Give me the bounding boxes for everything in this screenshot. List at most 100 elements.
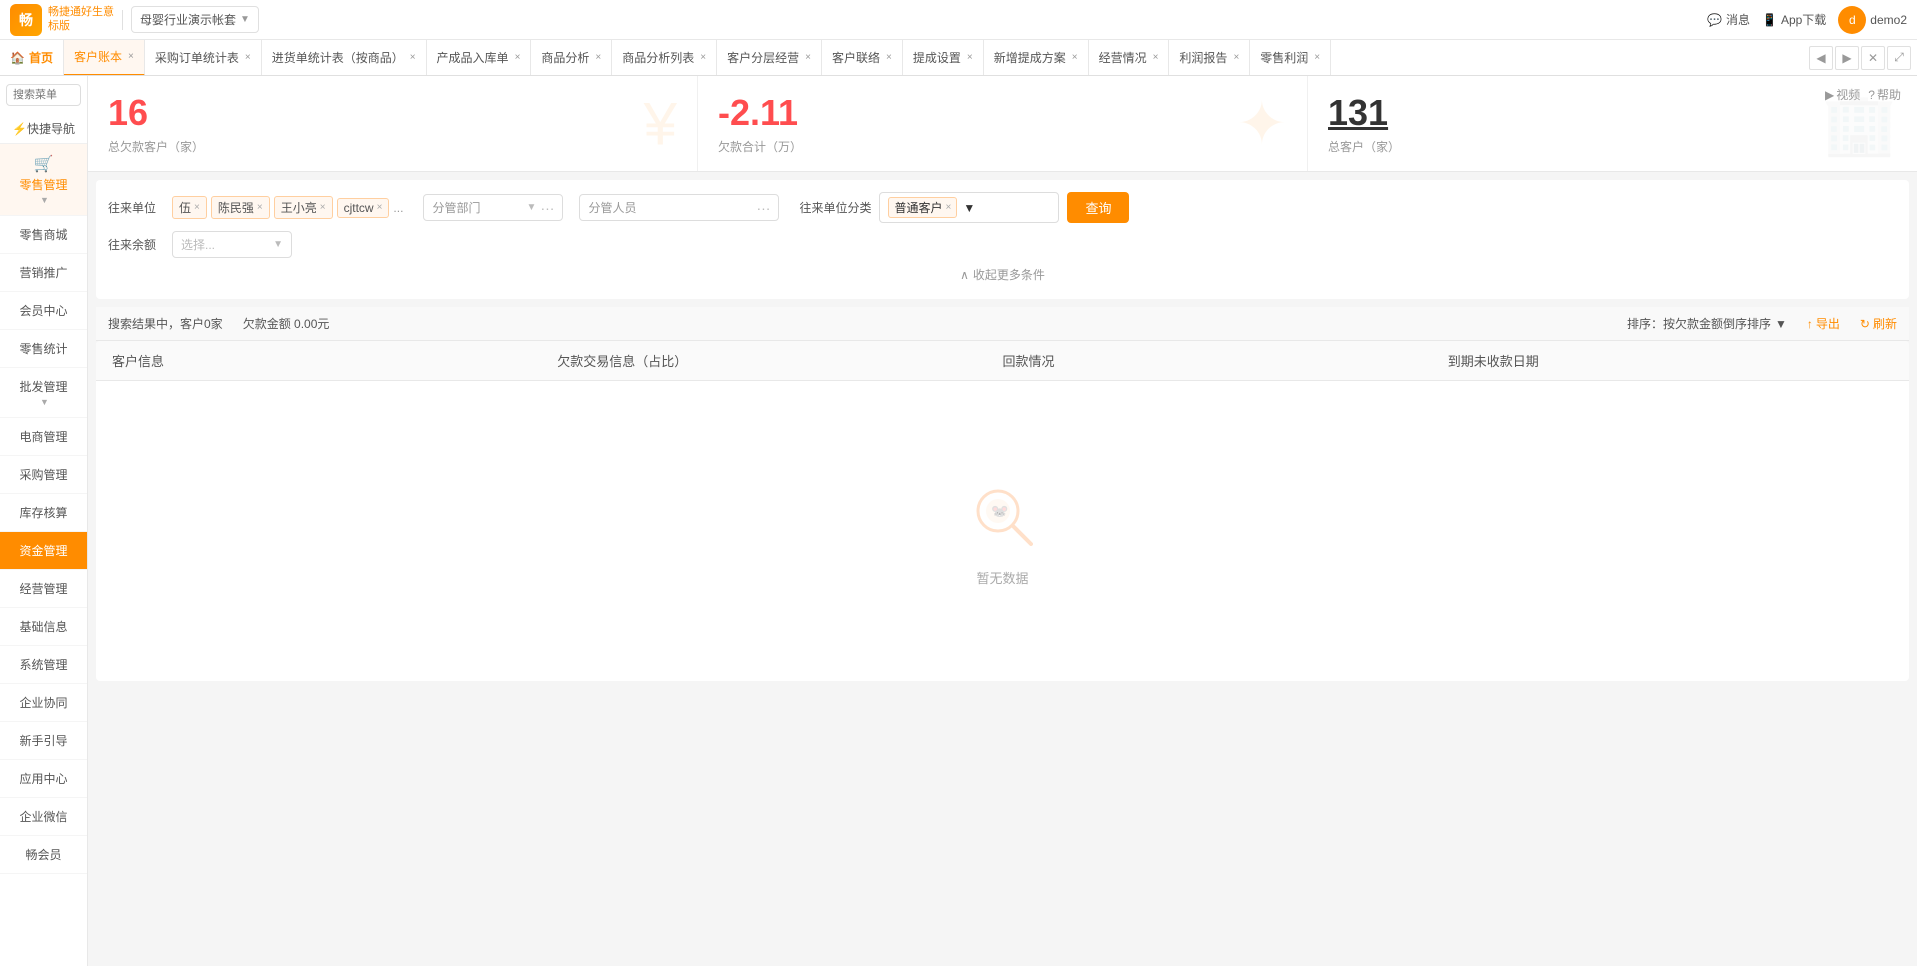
tab-stock-in-stats[interactable]: 进货单统计表（按商品） × (262, 40, 427, 76)
chevron-down-icon: ▼ (963, 201, 975, 215)
sidebar-item-marketing[interactable]: 营销推广 (0, 254, 87, 292)
close-icon[interactable]: × (805, 52, 811, 63)
tab-product-analysis-list[interactable]: 商品分析列表 × (612, 40, 717, 76)
chevron-icon: ▼ (40, 397, 49, 407)
filter-tag-unit-1: 陈民强 × (211, 196, 270, 219)
close-icon[interactable]: × (1314, 52, 1320, 63)
export-icon: ↑ (1807, 317, 1813, 331)
sidebar-item-enterprise-wechat[interactable]: 企业微信 (0, 798, 87, 836)
refresh-icon: ↻ (1860, 317, 1870, 331)
tab-new-promotion[interactable]: 新增提成方案 × (984, 40, 1089, 76)
col-header-payment: 回款情况 (1003, 351, 1448, 370)
logo-icon: 畅 (10, 4, 42, 36)
tab-promotion-settings[interactable]: 提成设置 × (903, 40, 984, 76)
sidebar-item-ecommerce[interactable]: 电商管理 (0, 418, 87, 456)
workspace-selector[interactable]: 母婴行业演示帐套 ▼ (131, 6, 259, 33)
query-button[interactable]: 查询 (1067, 192, 1129, 223)
sidebar-item-inventory[interactable]: 库存核算 (0, 494, 87, 532)
person-select[interactable]: 分管人员 ··· (579, 194, 779, 221)
close-icon[interactable]: × (1153, 52, 1159, 63)
close-icon[interactable]: × (886, 52, 892, 63)
next-tabs-button[interactable]: ▶ (1835, 46, 1859, 70)
user-profile[interactable]: d demo2 (1838, 6, 1907, 34)
balance-select[interactable]: 选择... ▼ (172, 231, 292, 258)
top-bar: 畅 畅捷通好生意 标版 母婴行业演示帐套 ▼ 💬 消息 📱 App下载 d de… (0, 0, 1917, 40)
close-icon[interactable]: × (945, 202, 951, 213)
tab-product-analysis[interactable]: 商品分析 × (531, 40, 612, 76)
stat-label-total-receivable: 欠款合计（万） (718, 138, 802, 155)
close-icon[interactable]: × (257, 202, 263, 213)
help-button[interactable]: ? 帮助 (1868, 86, 1901, 103)
export-button[interactable]: ↑ 导出 (1807, 315, 1840, 332)
sidebar-item-basic-info[interactable]: 基础信息 (0, 608, 87, 646)
close-icon[interactable]: × (1072, 52, 1078, 63)
col-header-customer: 客户信息 (112, 351, 557, 370)
table-header: 客户信息 欠款交易信息（占比） 回款情况 到期未收款日期 (96, 341, 1909, 381)
prev-tabs-button[interactable]: ◀ (1809, 46, 1833, 70)
sidebar-item-new-guide[interactable]: 新手引导 (0, 722, 87, 760)
sort-button[interactable]: 排序：按欠款金额倒序排序 ▼ (1627, 315, 1787, 332)
tab-accounts-receivable[interactable]: 客户账本 × (64, 40, 145, 76)
close-icon[interactable]: × (128, 51, 134, 62)
tab-customer-segment[interactable]: 客户分层经营 × (717, 40, 822, 76)
maximize-button[interactable]: ⤢ (1887, 46, 1911, 70)
filter-row-balance: 往来余额 选择... ▼ (108, 231, 1897, 258)
close-icon[interactable]: × (595, 52, 601, 63)
tab-business-status[interactable]: 经营情况 × (1089, 40, 1170, 76)
sidebar-item-enterprise-agreement[interactable]: 企业协同 (0, 684, 87, 722)
sidebar-item-purchase[interactable]: 采购管理 (0, 456, 87, 494)
collapse-button[interactable]: ∧ 收起更多条件 (108, 266, 1897, 283)
sidebar-item-system[interactable]: 系统管理 (0, 646, 87, 684)
star-bg-icon: ✦ (1237, 89, 1287, 159)
app-download-button[interactable]: 📱 App下载 (1762, 11, 1826, 28)
logo-text: 畅捷通好生意 标版 (48, 6, 114, 32)
tab-profit-report[interactable]: 利润报告 × (1169, 40, 1250, 76)
home-icon: 🏠 (10, 51, 25, 65)
dept-select[interactable]: 分管部门 ▼ ··· (423, 194, 563, 221)
results-bar: 搜索结果中，客户0家 欠款金额 0.00元 排序：按欠款金额倒序排序 ▼ ↑ 导… (96, 307, 1909, 341)
close-icon[interactable]: × (700, 52, 706, 63)
search-input[interactable] (6, 84, 81, 106)
sidebar-item-operations[interactable]: 经营管理 (0, 570, 87, 608)
close-icon[interactable]: × (377, 202, 383, 213)
sidebar-item-wholesale[interactable]: 批发管理 ▼ (0, 368, 87, 418)
close-all-tabs-button[interactable]: ✕ (1861, 46, 1885, 70)
close-icon[interactable]: × (194, 202, 200, 213)
tag-label: 王小亮 (281, 199, 317, 216)
sidebar-quick-nav[interactable]: ⚡ 快捷导航 (0, 114, 87, 144)
tab-purchase-order-stats[interactable]: 采购订单统计表 × (145, 40, 262, 76)
col-header-overdue: 到期未收款日期 (1448, 351, 1893, 370)
sidebar-item-app-center[interactable]: 应用中心 (0, 760, 87, 798)
close-icon[interactable]: × (967, 52, 973, 63)
close-icon[interactable]: × (245, 52, 251, 63)
tab-product-stock-in[interactable]: 产成品入库单 × (427, 40, 532, 76)
sidebar-item-retail-stats[interactable]: 零售统计 (0, 330, 87, 368)
close-icon[interactable]: × (410, 52, 416, 63)
filter-label-unit-class: 往来单位分类 (799, 199, 871, 216)
close-icon[interactable]: × (1233, 52, 1239, 63)
tag-label: 伍 (179, 199, 191, 216)
empty-search-svg: 🐭 (963, 476, 1043, 556)
main-layout: ⚡ 快捷导航 🛒 零售管理 ▼ 零售商城 营销推广 会员中心 零售统计 批发管理… (0, 76, 1917, 966)
tag-label: 陈民强 (218, 199, 254, 216)
filter-more-button[interactable]: ... (393, 201, 403, 215)
refresh-button[interactable]: ↻ 刷新 (1860, 315, 1897, 332)
tab-retail-profit[interactable]: 零售利润 × (1250, 40, 1331, 76)
sidebar-item-finance[interactable]: 资金管理 (0, 532, 87, 570)
phone-icon: 📱 (1762, 13, 1777, 27)
table-section: 客户信息 欠款交易信息（占比） 回款情况 到期未收款日期 🐭 暂无数据 (96, 341, 1909, 681)
close-icon[interactable]: × (320, 202, 326, 213)
tab-customer-contact[interactable]: 客户联络 × (822, 40, 903, 76)
sidebar-item-retail[interactable]: 🛒 零售管理 ▼ (0, 144, 87, 216)
filter-section: 往来单位 伍 × 陈民强 × 王小亮 × cjttcw (96, 180, 1909, 299)
close-icon[interactable]: × (515, 52, 521, 63)
sidebar-item-vip-member[interactable]: 畅会员 (0, 836, 87, 874)
video-button[interactable]: ▶ 视频 (1825, 86, 1860, 103)
message-button[interactable]: 💬 消息 (1707, 11, 1750, 28)
filter-label-balance: 往来余额 (108, 236, 164, 253)
unit-class-select[interactable]: 普通客户 × ▼ (879, 192, 1059, 223)
tab-home[interactable]: 🏠 首页 (0, 40, 64, 76)
stat-num-receivable-customers: 16 (108, 92, 204, 134)
sidebar-item-member[interactable]: 会员中心 (0, 292, 87, 330)
sidebar-item-retail-mall[interactable]: 零售商城 (0, 216, 87, 254)
